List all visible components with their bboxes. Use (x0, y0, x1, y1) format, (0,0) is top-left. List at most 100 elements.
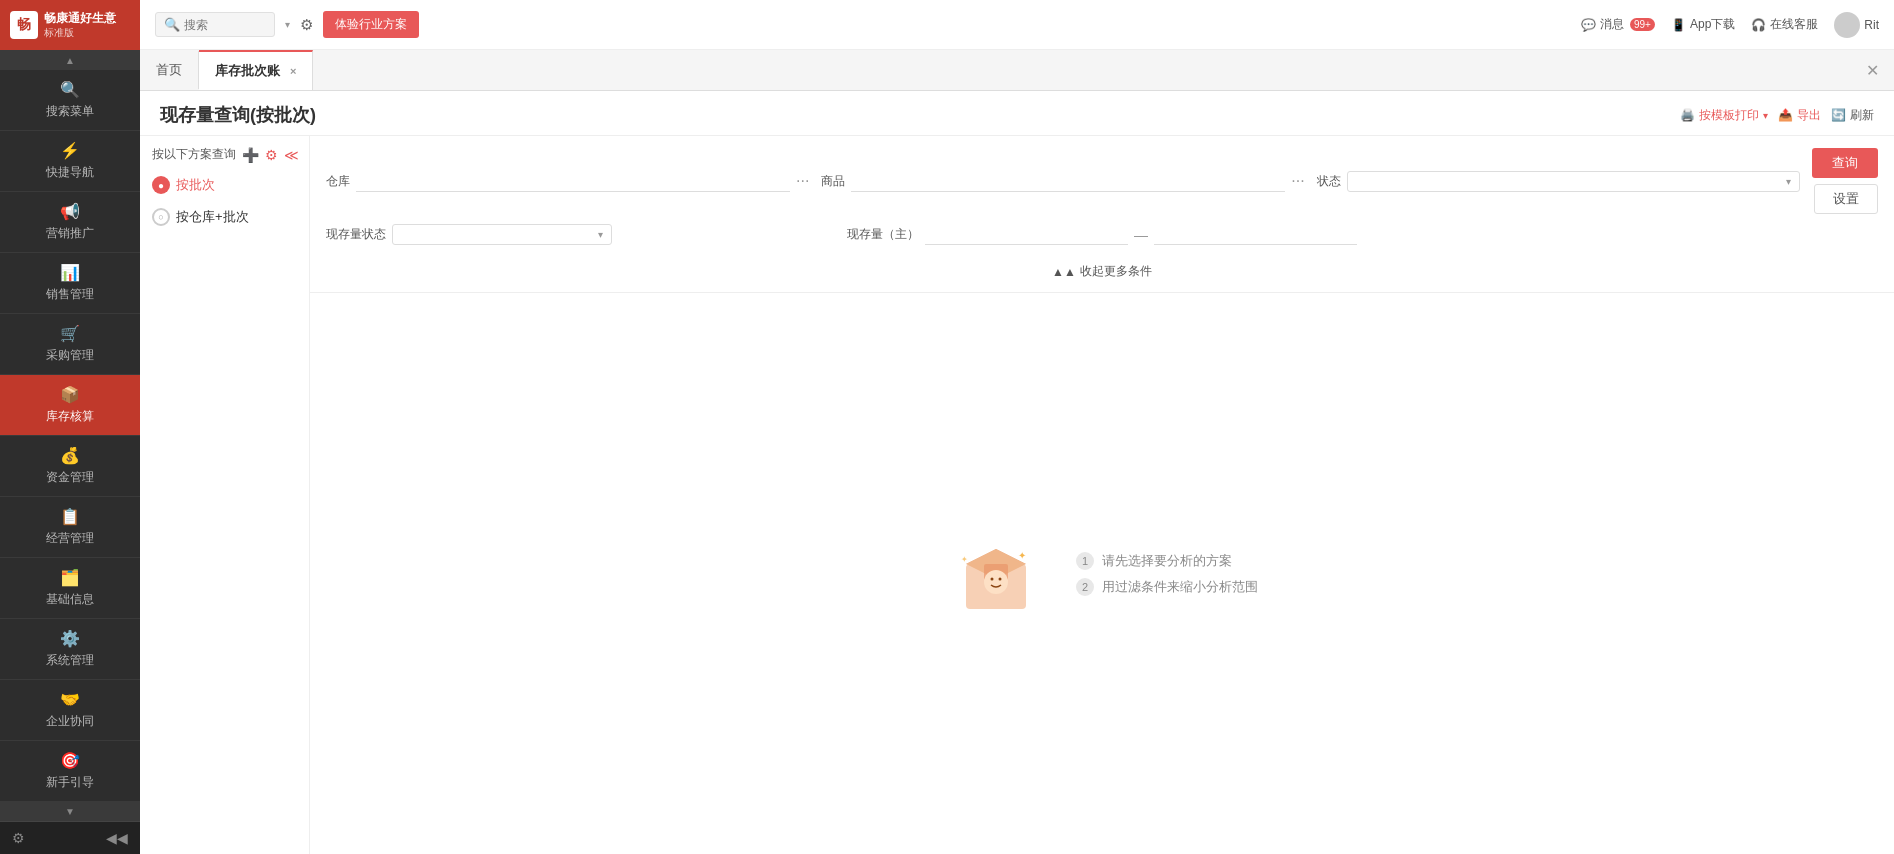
user-avatar (1834, 12, 1860, 38)
sidebar-scroll-down[interactable]: ▼ (0, 801, 140, 821)
warehouse-label: 仓库 (326, 173, 350, 190)
print-icon: 🖨️ (1680, 108, 1695, 122)
system-icon: ⚙️ (60, 629, 80, 648)
scheme-by-warehouse-batch[interactable]: ○ 按仓库+批次 (140, 201, 309, 233)
topbar-search-box[interactable]: 🔍 (155, 12, 275, 37)
app-icon: 📱 (1671, 18, 1686, 32)
empty-state: ✦ ✦ 1 请先选择要分析的方案 2 用过滤条件来缩小分析范围 (310, 293, 1894, 854)
sidebar-item-inventory[interactable]: 📦 库存核算 (0, 375, 140, 436)
tab-inventory-batch[interactable]: 库存批次账 × (199, 50, 313, 90)
sidebar-item-newbie[interactable]: 🎯 新手引导 (0, 741, 140, 801)
inventory-qty-from[interactable] (925, 224, 1128, 245)
sidebar-item-enterprise[interactable]: 🤝 企业协同 (0, 680, 140, 741)
search-input[interactable] (184, 18, 264, 32)
tab-panel-close-icon[interactable]: ✕ (1851, 61, 1894, 80)
experience-btn[interactable]: 体验行业方案 (323, 11, 419, 38)
purchase-icon: 🛒 (60, 324, 80, 343)
page-title: 现存量查询(按批次) (160, 103, 316, 127)
print-btn[interactable]: 🖨️ 按模板打印 ▾ (1680, 107, 1768, 124)
sidebar-item-finance[interactable]: 💰 资金管理 (0, 436, 140, 497)
app-download-btn[interactable]: 📱 App下载 (1671, 16, 1735, 33)
sidebar-item-label-inventory: 库存核算 (46, 408, 94, 425)
settings-scheme-icon[interactable]: ⚙ (265, 147, 278, 163)
sidebar-item-basic[interactable]: 🗂️ 基础信息 (0, 558, 140, 619)
enterprise-icon: 🤝 (60, 690, 80, 709)
action-buttons: 查询 设置 (1812, 148, 1878, 214)
filter-row-2: 现存量状态 ▾ 现存量（主） — (326, 224, 1878, 245)
svg-text:✦: ✦ (961, 555, 968, 564)
sidebar-footer: ⚙ ◀◀ (0, 821, 140, 854)
inventory-qty-label: 现存量（主） (847, 226, 919, 243)
sidebar-item-label-finance: 资金管理 (46, 469, 94, 486)
collapse-sidebar-icon[interactable]: ◀◀ (106, 830, 128, 846)
user-btn[interactable]: Rit (1834, 12, 1879, 38)
sidebar-item-label-sales: 销售管理 (46, 286, 94, 303)
collapse-filter-btn[interactable]: ▲▲ 收起更多条件 (326, 255, 1878, 280)
service-icon: 🎧 (1751, 18, 1766, 32)
status-select[interactable]: ▾ (1347, 171, 1800, 192)
operation-icon: 📋 (60, 507, 80, 526)
filter-settings-btn[interactable]: 设置 (1814, 184, 1878, 214)
warehouse-filter: 仓库 ··· (326, 171, 809, 192)
warehouse-input[interactable] (356, 171, 790, 192)
online-service-btn[interactable]: 🎧 在线客服 (1751, 16, 1818, 33)
sidebar-item-quicknav[interactable]: ⚡ 快捷导航 (0, 131, 140, 192)
body-split: 按以下方案查询 ➕ ⚙ ≪ ● 按批次 ○ 按仓库+批次 (140, 136, 1894, 854)
warehouse-dots-icon[interactable]: ··· (796, 172, 809, 190)
tab-active-label: 库存批次账 (215, 62, 280, 80)
scheme-active-icon: ● (152, 176, 170, 194)
company-name: 畅康通好生意 (44, 11, 116, 27)
inventory-status-select[interactable]: ▾ (392, 224, 612, 245)
sidebar-item-label-newbie: 新手引导 (46, 774, 94, 791)
settings-icon[interactable]: ⚙ (12, 830, 25, 846)
qty-dash: — (1134, 227, 1148, 243)
sidebar-item-operation[interactable]: 📋 经营管理 (0, 497, 140, 558)
scheme-by-batch[interactable]: ● 按批次 (140, 169, 309, 201)
company-info: 畅康通好生意 标准版 (44, 11, 116, 40)
product-label: 商品 (821, 173, 845, 190)
user-name: Rit (1864, 18, 1879, 32)
tab-close-icon[interactable]: × (290, 65, 296, 77)
sidebar-item-system[interactable]: ⚙️ 系统管理 (0, 619, 140, 680)
messages-btn[interactable]: 💬 消息 99+ (1581, 16, 1655, 33)
inventory-status-label: 现存量状态 (326, 226, 386, 243)
main-area: 🔍 ▾ ⚙ 体验行业方案 💬 消息 99+ 📱 App下载 🎧 在线客服 Rit (140, 0, 1894, 854)
inventory-qty-to[interactable] (1154, 224, 1357, 245)
tip-num-1: 1 (1076, 552, 1094, 570)
collapse-panel-icon[interactable]: ≪ (284, 147, 299, 163)
sidebar-item-marketing[interactable]: 📢 营销推广 (0, 192, 140, 253)
search-icon: 🔍 (60, 80, 80, 99)
left-panel: 按以下方案查询 ➕ ⚙ ≪ ● 按批次 ○ 按仓库+批次 (140, 136, 310, 854)
sidebar-item-label-quicknav: 快捷导航 (46, 164, 94, 181)
sidebar-item-label-operation: 经营管理 (46, 530, 94, 547)
topbar: 🔍 ▾ ⚙ 体验行业方案 💬 消息 99+ 📱 App下载 🎧 在线客服 Rit (140, 0, 1894, 50)
sidebar-scroll-up[interactable]: ▲ (0, 50, 140, 70)
query-btn[interactable]: 查询 (1812, 148, 1878, 178)
sidebar: 畅 畅康通好生意 标准版 ▲ 🔍 搜索菜单⚡ 快捷导航📢 营销推广📊 销售管理🛒… (0, 0, 140, 854)
collapse-icon: ▲▲ (1052, 265, 1076, 279)
add-scheme-icon[interactable]: ➕ (242, 147, 259, 163)
refresh-btn[interactable]: 🔄 刷新 (1831, 107, 1874, 124)
sidebar-item-label-basic: 基础信息 (46, 591, 94, 608)
inventory-qty-filter: 现存量（主） — (847, 224, 1356, 245)
left-panel-actions: ➕ ⚙ ≪ (242, 147, 299, 163)
sidebar-item-label-purchase: 采购管理 (46, 347, 94, 364)
topbar-gear-icon[interactable]: ⚙ (300, 16, 313, 34)
edition-label: 标准版 (44, 26, 116, 39)
product-input[interactable] (851, 171, 1285, 192)
svg-text:✦: ✦ (1018, 550, 1026, 561)
sidebar-item-purchase[interactable]: 🛒 采购管理 (0, 314, 140, 375)
sidebar-item-sales[interactable]: 📊 销售管理 (0, 253, 140, 314)
topbar-chevron-icon[interactable]: ▾ (285, 19, 290, 30)
inv-status-chevron-icon: ▾ (598, 229, 603, 240)
search-icon: 🔍 (164, 17, 180, 32)
product-filter: 商品 ··· (821, 171, 1304, 192)
newbie-icon: 🎯 (60, 751, 80, 770)
product-dots-icon[interactable]: ··· (1291, 172, 1304, 190)
sidebar-item-label-search: 搜索菜单 (46, 103, 94, 120)
sidebar-item-search[interactable]: 🔍 搜索菜单 (0, 70, 140, 131)
marketing-icon: 📢 (60, 202, 80, 221)
basic-icon: 🗂️ (60, 568, 80, 587)
tab-home[interactable]: 首页 (140, 51, 199, 89)
export-btn[interactable]: 📤 导出 (1778, 107, 1821, 124)
